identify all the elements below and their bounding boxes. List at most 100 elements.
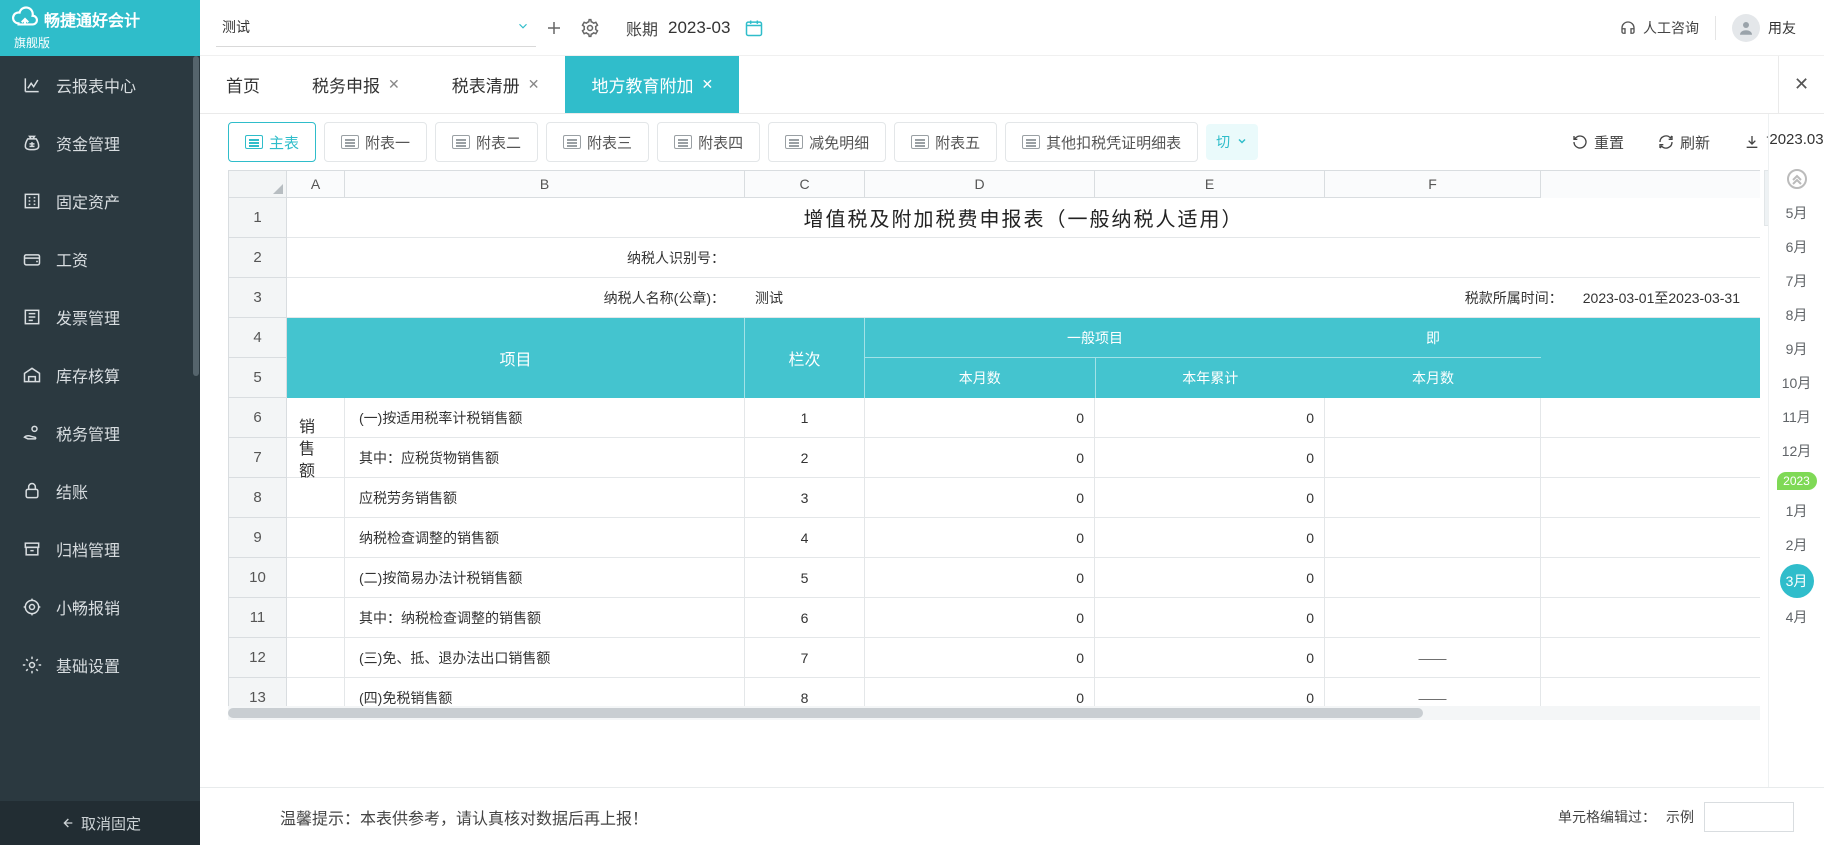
- sidebar-item-cloud-report[interactable]: 云报表中心: [0, 56, 200, 114]
- row-header[interactable]: 3: [229, 278, 287, 318]
- month-chip[interactable]: 6月: [1769, 232, 1824, 262]
- subtab[interactable]: 附表五: [894, 122, 997, 162]
- select-all-corner[interactable]: [229, 171, 287, 198]
- row-header[interactable]: 6: [229, 398, 287, 438]
- subtab[interactable]: 附表四: [657, 122, 760, 162]
- month-chip[interactable]: 2月: [1769, 530, 1824, 560]
- instant-value-cell[interactable]: [1325, 398, 1541, 437]
- column-no-cell[interactable]: 1: [745, 398, 865, 437]
- tab-local-edu[interactable]: 地方教育附加 ✕: [565, 56, 739, 113]
- row-header[interactable]: 11: [229, 598, 287, 638]
- month-value-cell[interactable]: 0: [865, 598, 1095, 637]
- item-name-cell[interactable]: 其中：应税货物销售额: [345, 438, 745, 477]
- tab-home[interactable]: 首页: [200, 56, 286, 113]
- month-value-cell[interactable]: 0: [865, 398, 1095, 437]
- column-no-cell[interactable]: 6: [745, 598, 865, 637]
- sidebar-item-invoice[interactable]: 发票管理: [0, 288, 200, 346]
- sidebar-item-fixed-assets[interactable]: 固定资产: [0, 172, 200, 230]
- row-header[interactable]: 5: [229, 358, 287, 398]
- year-value-cell[interactable]: 0: [1095, 518, 1325, 557]
- sidebar-item-archive[interactable]: 归档管理: [0, 520, 200, 578]
- item-name-cell[interactable]: 纳税检查调整的销售额: [345, 518, 745, 557]
- item-name-cell[interactable]: (一)按适用税率计税销售额: [345, 398, 745, 437]
- month-chip[interactable]: 7月: [1769, 266, 1824, 296]
- subtab[interactable]: 减免明细: [768, 122, 886, 162]
- subtab[interactable]: 附表三: [546, 122, 649, 162]
- col-header-d[interactable]: D: [865, 171, 1095, 198]
- tabbar-close-all[interactable]: ✕: [1778, 56, 1824, 113]
- month-chip[interactable]: 5月: [1769, 198, 1824, 228]
- year-value-cell[interactable]: 0: [1095, 438, 1325, 477]
- month-value-cell[interactable]: 0: [865, 558, 1095, 597]
- period-scroll-up[interactable]: [1769, 164, 1824, 194]
- month-value-cell[interactable]: 0: [865, 638, 1095, 677]
- instant-value-cell[interactable]: [1325, 558, 1541, 597]
- subtab[interactable]: 附表二: [435, 122, 538, 162]
- instant-value-cell[interactable]: [1325, 598, 1541, 637]
- year-value-cell[interactable]: 0: [1095, 398, 1325, 437]
- sidebar-item-payroll[interactable]: 工资: [0, 230, 200, 288]
- settings-button[interactable]: [572, 10, 608, 46]
- calendar-button[interactable]: [736, 10, 772, 46]
- month-chip[interactable]: 12月: [1769, 436, 1824, 466]
- row-header[interactable]: 8: [229, 478, 287, 518]
- row-header[interactable]: 10: [229, 558, 287, 598]
- horizontal-scrollbar[interactable]: [228, 706, 1760, 720]
- column-no-cell[interactable]: 3: [745, 478, 865, 517]
- subtab[interactable]: 其他扣税凭证明细表: [1005, 122, 1198, 162]
- row-header[interactable]: 1: [229, 198, 287, 238]
- row-header[interactable]: 9: [229, 518, 287, 558]
- month-chip[interactable]: 3月: [1780, 564, 1814, 598]
- close-icon[interactable]: ✕: [388, 76, 400, 93]
- column-no-cell[interactable]: 4: [745, 518, 865, 557]
- footer-example-input[interactable]: [1704, 802, 1794, 832]
- month-chip[interactable]: 9月: [1769, 334, 1824, 364]
- column-no-cell[interactable]: 5: [745, 558, 865, 597]
- user-menu[interactable]: 用友: [1732, 14, 1796, 42]
- tab-tax-declare[interactable]: 税务申报 ✕: [286, 56, 426, 113]
- horizontal-scrollbar-thumb[interactable]: [228, 708, 1423, 718]
- sidebar-item-settings[interactable]: 基础设置: [0, 636, 200, 694]
- reset-button[interactable]: 重置: [1572, 132, 1624, 153]
- year-value-cell[interactable]: 0: [1095, 478, 1325, 517]
- item-name-cell[interactable]: (二)按简易办法计税销售额: [345, 558, 745, 597]
- refresh-button[interactable]: 刷新: [1658, 132, 1710, 153]
- sidebar-item-close-account[interactable]: 结账: [0, 462, 200, 520]
- instant-value-cell[interactable]: [1325, 478, 1541, 517]
- col-header-b[interactable]: B: [345, 171, 745, 198]
- col-header-e[interactable]: E: [1095, 171, 1325, 198]
- col-header-c[interactable]: C: [745, 171, 865, 198]
- sidebar-item-funds[interactable]: 资金管理: [0, 114, 200, 172]
- month-chip[interactable]: 11月: [1769, 402, 1824, 432]
- add-button[interactable]: [536, 10, 572, 46]
- month-value-cell[interactable]: 0: [865, 518, 1095, 557]
- close-icon[interactable]: ✕: [528, 76, 540, 93]
- month-value-cell[interactable]: 0: [865, 438, 1095, 477]
- consult-button[interactable]: 人工咨询: [1619, 18, 1699, 38]
- month-value-cell[interactable]: 0: [865, 478, 1095, 517]
- sidebar-item-tax[interactable]: 税务管理: [0, 404, 200, 462]
- subtab[interactable]: 主表: [228, 122, 316, 162]
- column-no-cell[interactable]: 2: [745, 438, 865, 477]
- col-header-a[interactable]: A: [287, 171, 345, 198]
- sidebar-unpin[interactable]: 取消固定: [0, 801, 200, 845]
- month-chip[interactable]: 10月: [1769, 368, 1824, 398]
- instant-value-cell[interactable]: [1325, 518, 1541, 557]
- row-header[interactable]: 4: [229, 318, 287, 358]
- sidebar-item-inventory[interactable]: 库存核算: [0, 346, 200, 404]
- row-header[interactable]: 2: [229, 238, 287, 278]
- instant-value-cell[interactable]: [1325, 438, 1541, 477]
- toggle-chip[interactable]: 切: [1206, 124, 1258, 160]
- close-icon[interactable]: ✕: [701, 76, 713, 93]
- sidebar-scrollbar-thumb[interactable]: [193, 56, 199, 376]
- year-value-cell[interactable]: 0: [1095, 598, 1325, 637]
- item-name-cell[interactable]: 其中：纳税检查调整的销售额: [345, 598, 745, 637]
- year-value-cell[interactable]: 0: [1095, 558, 1325, 597]
- row-header[interactable]: 12: [229, 638, 287, 678]
- col-header-f[interactable]: F: [1325, 171, 1541, 198]
- month-chip[interactable]: 1月: [1769, 496, 1824, 526]
- subtab[interactable]: 附表一: [324, 122, 427, 162]
- item-name-cell[interactable]: (三)免、抵、退办法出口销售额: [345, 638, 745, 677]
- instant-value-cell[interactable]: ——: [1325, 638, 1541, 677]
- row-header[interactable]: 7: [229, 438, 287, 478]
